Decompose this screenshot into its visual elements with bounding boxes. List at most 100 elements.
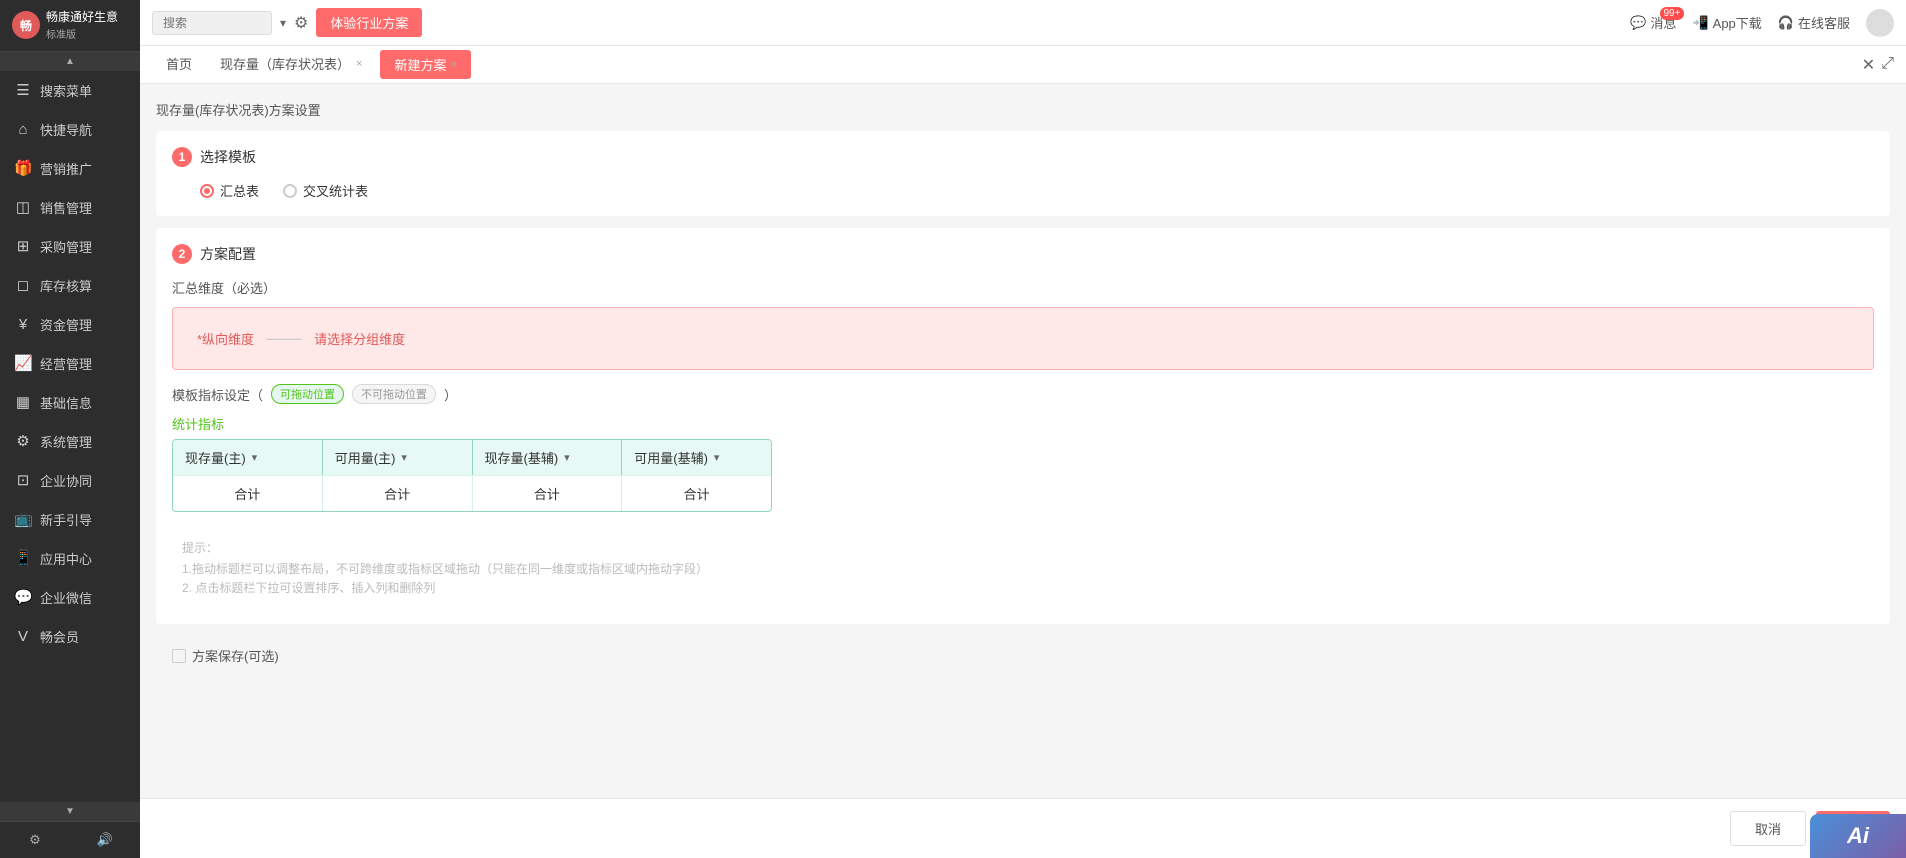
- settings-bottom-btn[interactable]: ⚙: [0, 822, 70, 858]
- sidebar-item-basic-info[interactable]: ▦ 基础信息: [0, 383, 140, 422]
- action-bar: 取消 查询: [140, 798, 1906, 858]
- sidebar-item-biz-wechat[interactable]: 💬 企业微信: [0, 578, 140, 617]
- dimension-area[interactable]: *纵向维度 —— 请选择分组维度: [172, 307, 1874, 370]
- save-label: 方案保存(可选): [192, 646, 279, 665]
- stats-title: 统计指标: [172, 414, 1874, 433]
- hint-item-2: 2. 点击标题栏下拉可设置排序、插入列和删除列: [182, 579, 1864, 596]
- col-chevron-3: ▾: [714, 451, 720, 464]
- page-footer: 方案保存(可选): [156, 636, 1890, 675]
- cart-icon: ⊞: [14, 237, 32, 255]
- sidebar-scroll-down[interactable]: ▼: [0, 802, 140, 821]
- message-badge: 99+: [1660, 7, 1685, 20]
- topbar-dropdown-icon[interactable]: ▾: [280, 16, 286, 30]
- col-header-available-aux[interactable]: 可用量(基辅) ▾: [622, 440, 771, 475]
- topbar-cta-button[interactable]: 体验行业方案: [316, 8, 422, 37]
- cell-subtotal-0: 合计: [173, 476, 323, 511]
- radio-summary-dot: [200, 184, 214, 198]
- hint-title: 提示：: [182, 539, 1864, 556]
- customer-service-btn[interactable]: 🎧 在线客服: [1778, 13, 1850, 32]
- collab-icon: ⊡: [14, 471, 32, 489]
- tab-new-plan[interactable]: 新建方案 ×: [380, 50, 470, 79]
- sidebar-item-purchase[interactable]: ⊞ 采购管理: [0, 227, 140, 266]
- col-header-cur-stock-main[interactable]: 现存量(主) ▾: [173, 440, 323, 475]
- sidebar-item-label: 资金管理: [40, 315, 92, 334]
- app-name: 畅康通好生意: [46, 10, 118, 26]
- tab-home[interactable]: 首页: [152, 46, 206, 83]
- step1-header: 1 选择模板: [172, 147, 1874, 167]
- config-section: 汇总维度（必选） *纵向维度 —— 请选择分组维度 模板指标设定（ 可拖动位置 …: [172, 278, 1874, 608]
- main-area: ▾ ⚙ 体验行业方案 💬 消息 99+ 📲 App下载 🎧 在线客服 首页: [140, 0, 1906, 858]
- sidebar-item-sales[interactable]: ◫ 销售管理: [0, 188, 140, 227]
- hints-section: 提示： 1.拖动标题栏可以调整布局，不可跨维度或指标区域拖动（只能在同一维度或指…: [172, 529, 1874, 608]
- sidebar-item-search-menu[interactable]: ☰ 搜索菜单: [0, 71, 140, 110]
- ai-badge[interactable]: Ai: [1810, 814, 1906, 858]
- tab-new-plan-close-icon[interactable]: ×: [450, 59, 456, 71]
- sidebar-item-app-center[interactable]: 📱 应用中心: [0, 539, 140, 578]
- app-icon: 📱: [14, 549, 32, 567]
- draggable-tag: 可拖动位置: [271, 384, 344, 404]
- sidebar-item-inventory[interactable]: ◻ 库存核算: [0, 266, 140, 305]
- col-chevron-0: ▾: [252, 451, 258, 464]
- indicator-label: 模板指标设定（ 可拖动位置 不可拖动位置 ）: [172, 384, 1874, 404]
- cell-subtotal-1: 合计: [323, 476, 473, 511]
- sidebar-item-collab[interactable]: ⊡ 企业协同: [0, 461, 140, 500]
- user-avatar[interactable]: [1866, 9, 1894, 37]
- topbar-search-input[interactable]: [152, 11, 272, 35]
- col-header-cur-stock-aux[interactable]: 现存量(基辅) ▾: [473, 440, 623, 475]
- sidebar-item-label: 销售管理: [40, 198, 92, 217]
- sidebar-item-marketing[interactable]: 🎁 营销推广: [0, 149, 140, 188]
- page-content: 现存量(库存状况表)方案设置 1 选择模板 汇总表 交叉统计表 2: [140, 84, 1906, 798]
- tab-inventory-close-icon[interactable]: ×: [356, 58, 362, 70]
- audio-bottom-btn[interactable]: 🔊: [70, 822, 140, 858]
- sidebar: 畅 畅康通好生意 标准版 ▲ ☰ 搜索菜单 ⌂ 快捷导航 🎁 营销推广 ◫ 销售…: [0, 0, 140, 858]
- app-download-btn[interactable]: 📲 App下载: [1692, 13, 1761, 32]
- radio-cross[interactable]: 交叉统计表: [283, 181, 368, 200]
- box-icon: ◻: [14, 276, 32, 294]
- sidebar-item-new-guide[interactable]: 📺 新手引导: [0, 500, 140, 539]
- radio-cross-label: 交叉统计表: [303, 181, 368, 200]
- wechat-icon: 💬: [14, 588, 32, 606]
- radio-cross-dot: [283, 184, 297, 198]
- col-chevron-1: ▾: [401, 451, 407, 464]
- stats-table: 现存量(主) ▾ 可用量(主) ▾ 现存量(基辅) ▾: [172, 439, 772, 512]
- sidebar-item-label: 企业协同: [40, 471, 92, 490]
- step2-number: 2: [172, 244, 192, 264]
- non-draggable-tag: 不可拖动位置: [352, 384, 436, 404]
- sidebar-item-member[interactable]: V 畅会员: [0, 617, 140, 656]
- tabs-bar: 首页 现存量（库存状况表） × 新建方案 × ✕ ⤢: [140, 46, 1906, 84]
- step1-number: 1: [172, 147, 192, 167]
- page-title: 现存量(库存状况表)方案设置: [156, 100, 1890, 119]
- chart-icon: ◫: [14, 198, 32, 216]
- topbar: ▾ ⚙ 体验行业方案 💬 消息 99+ 📲 App下载 🎧 在线客服: [140, 0, 1906, 46]
- save-checkbox[interactable]: [172, 649, 186, 663]
- sidebar-item-biz-mgmt[interactable]: 📈 经营管理: [0, 344, 140, 383]
- template-options: 汇总表 交叉统计表: [200, 181, 1874, 200]
- step2-title: 方案配置: [200, 244, 256, 264]
- sidebar-item-label: 基础信息: [40, 393, 92, 412]
- tab-expand-btn[interactable]: ⤢: [1881, 55, 1894, 75]
- tab-inventory-status[interactable]: 现存量（库存状况表） ×: [206, 46, 376, 83]
- dimension-divider: ——: [266, 328, 302, 349]
- col-header-available-main[interactable]: 可用量(主) ▾: [323, 440, 473, 475]
- topbar-settings-icon[interactable]: ⚙: [294, 13, 308, 33]
- info-icon: ▦: [14, 393, 32, 411]
- radio-summary[interactable]: 汇总表: [200, 181, 259, 200]
- dimension-section-label: 汇总维度（必选）: [172, 278, 1874, 297]
- cell-subtotal-3: 合计: [622, 476, 771, 511]
- sidebar-item-label: 系统管理: [40, 432, 92, 451]
- sidebar-item-quick-nav[interactable]: ⌂ 快捷导航: [0, 110, 140, 149]
- member-icon: V: [14, 628, 32, 645]
- save-option[interactable]: 方案保存(可选): [172, 646, 279, 665]
- sidebar-item-sys-mgmt[interactable]: ⚙ 系统管理: [0, 422, 140, 461]
- sidebar-scroll-up[interactable]: ▲: [0, 52, 140, 71]
- message-btn[interactable]: 💬 消息 99+: [1630, 13, 1676, 32]
- stats-table-row-subtotals: 合计 合计 合计 合计: [173, 475, 771, 511]
- tab-close-btn[interactable]: ✕: [1862, 55, 1875, 75]
- radio-summary-label: 汇总表: [220, 181, 259, 200]
- home-icon: ⌂: [14, 121, 32, 138]
- sidebar-item-label: 经营管理: [40, 354, 92, 373]
- sidebar-item-label: 畅会员: [40, 627, 79, 646]
- cancel-button[interactable]: 取消: [1730, 811, 1806, 846]
- gift-icon: 🎁: [14, 159, 32, 177]
- sidebar-item-finance[interactable]: ¥ 资金管理: [0, 305, 140, 344]
